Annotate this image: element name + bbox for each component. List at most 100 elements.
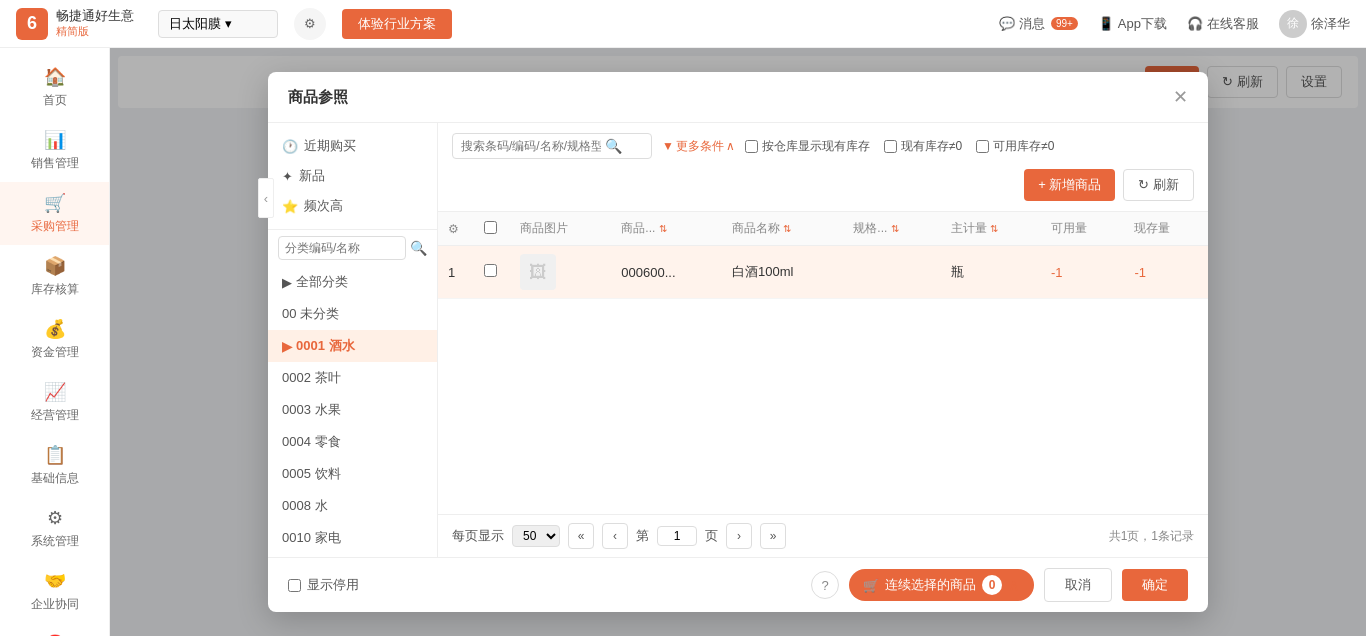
add-product-button[interactable]: + 新增商品 (1024, 169, 1115, 201)
arrow-right-active-icon: ▶ (282, 339, 292, 354)
checkbox-warehouse[interactable] (745, 140, 758, 153)
shortcut-frequent[interactable]: ⭐ 频次高 (268, 191, 437, 221)
sidebar-item-operations[interactable]: 📈 经营管理 (0, 371, 109, 434)
refresh-button[interactable]: ↻ 刷新 (1123, 169, 1194, 201)
category-alcohol[interactable]: ▶ 0001 酒水 (268, 330, 437, 362)
col-image: 商品图片 (510, 212, 611, 246)
shortcut-recent[interactable]: 🕐 近期购买 (268, 131, 437, 161)
purchase-icon: 🛒 (44, 192, 66, 214)
store-selector[interactable]: 日太阳膜 ▾ (158, 10, 278, 38)
logo: 6 畅捷通好生意 精简版 (16, 8, 134, 40)
sidebar-item-guide[interactable]: 🎯 新手引导 (0, 623, 109, 636)
sidebar-label-purchase: 采购管理 (31, 218, 79, 235)
table-settings-icon[interactable]: ⚙ (448, 222, 459, 236)
show-disabled-label[interactable]: 显示停用 (288, 576, 359, 594)
per-page-select[interactable]: 50 (512, 525, 560, 547)
col-spec[interactable]: 规格... ⇅ (843, 212, 940, 246)
select-all-checkbox[interactable] (484, 221, 497, 234)
confirm-button[interactable]: 确定 (1122, 569, 1188, 601)
filter-bar: 🔍 ▼ 更多条件 ∧ 按仓库显示现有库存 (438, 123, 1208, 212)
sidebar-item-finance[interactable]: 💰 资金管理 (0, 308, 109, 371)
sales-icon: 📊 (44, 129, 66, 151)
category-snacks[interactable]: 0004 零食 (268, 426, 437, 458)
modal-header: 商品参照 ✕ (268, 72, 1208, 123)
base-icon: 📋 (44, 444, 66, 466)
category-unclassified[interactable]: 00 未分类 (268, 298, 437, 330)
filter-icon: ▼ (662, 139, 674, 153)
user-menu[interactable]: 徐 徐泽华 (1279, 10, 1350, 38)
sidebar-label-home: 首页 (43, 92, 67, 109)
cart-collapse-icon[interactable]: ∧ (1008, 576, 1020, 595)
category-search-input[interactable] (278, 236, 406, 260)
col-unit[interactable]: 主计量 ⇅ (941, 212, 1041, 246)
shortcut-new[interactable]: ✦ 新品 (268, 161, 437, 191)
checkbox-warehouse-label[interactable]: 按仓库显示现有库存 (745, 138, 870, 155)
category-search-icon[interactable]: 🔍 (410, 240, 427, 256)
sidebar-item-system[interactable]: ⚙ 系统管理 (0, 497, 109, 560)
row-checkbox[interactable] (484, 264, 497, 277)
sidebar: 🏠 首页 📊 销售管理 🛒 采购管理 📦 库存核算 💰 资金管理 📈 经营管理 … (0, 48, 110, 636)
sidebar-item-sales[interactable]: 📊 销售管理 (0, 119, 109, 182)
next-page-button[interactable]: › (726, 523, 752, 549)
product-search-input[interactable] (461, 139, 601, 153)
sidebar-label-system: 系统管理 (31, 533, 79, 550)
checkbox-available-label[interactable]: 可用库存≠0 (976, 138, 1054, 155)
sidebar-item-inventory[interactable]: 📦 库存核算 (0, 245, 109, 308)
prev-page-button[interactable]: ‹ (602, 523, 628, 549)
product-reference-modal: 商品参照 ✕ 🕐 近期购买 ✦ 新 (268, 72, 1208, 612)
last-page-button[interactable]: » (760, 523, 786, 549)
table-row[interactable]: 1 🖼 000600... 白酒100ml (438, 246, 1208, 299)
show-disabled-checkbox[interactable] (288, 579, 301, 592)
online-service-button[interactable]: 🎧 在线客服 (1187, 15, 1259, 33)
modal-right-panel: 🔍 ▼ 更多条件 ∧ 按仓库显示现有库存 (438, 123, 1208, 557)
checkbox-available-ne0[interactable] (976, 140, 989, 153)
new-icon: ✦ (282, 169, 293, 184)
sidebar-item-home[interactable]: 🏠 首页 (0, 56, 109, 119)
sidebar-item-enterprise[interactable]: 🤝 企业协同 (0, 560, 109, 623)
app-download-button[interactable]: 📱 App下载 (1098, 15, 1167, 33)
product-table: ⚙ 商品图片 商品... ⇅ 商品名称 ⇅ 规格... ⇅ (438, 212, 1208, 299)
modal-body: 🕐 近期购买 ✦ 新品 ⭐ 频次高 ‹ (268, 123, 1208, 557)
brand-tag: 精简版 (56, 24, 134, 39)
product-table-area: ⚙ 商品图片 商品... ⇅ 商品名称 ⇅ 规格... ⇅ (438, 212, 1208, 514)
message-icon: 💬 (999, 16, 1015, 31)
category-appliances[interactable]: 0010 家电 (268, 522, 437, 554)
category-water[interactable]: 0008 水 (268, 490, 437, 522)
col-code[interactable]: 商品... ⇅ (611, 212, 722, 246)
col-checkbox (474, 212, 510, 246)
collapse-sidebar-button[interactable]: ‹ (268, 178, 274, 218)
cancel-button[interactable]: 取消 (1044, 568, 1112, 602)
page-number-input[interactable] (657, 526, 697, 546)
sidebar-label-operations: 经营管理 (31, 407, 79, 424)
product-search-icon[interactable]: 🔍 (605, 138, 622, 154)
sidebar-item-purchase[interactable]: 🛒 采购管理 (0, 182, 109, 245)
category-tea[interactable]: 0002 茶叶 (268, 362, 437, 394)
sidebar-label-finance: 资金管理 (31, 344, 79, 361)
headset-icon: 🎧 (1187, 16, 1203, 31)
col-name[interactable]: 商品名称 ⇅ (722, 212, 843, 246)
checkbox-stock-ne0[interactable] (884, 140, 897, 153)
filter-chevron-icon: ∧ (726, 139, 735, 153)
messages-button[interactable]: 💬 消息 99+ (999, 15, 1078, 33)
first-page-button[interactable]: « (568, 523, 594, 549)
category-beverages[interactable]: 0005 饮料 (268, 458, 437, 490)
star-icon: ⭐ (282, 199, 298, 214)
checkbox-stock-label[interactable]: 现有库存≠0 (884, 138, 962, 155)
help-button[interactable]: ? (811, 571, 839, 599)
filter-action-buttons: + 新增商品 ↻ 刷新 (1024, 169, 1194, 201)
sidebar-item-base[interactable]: 📋 基础信息 (0, 434, 109, 497)
category-fruit[interactable]: 0003 水果 (268, 394, 437, 426)
shortcuts-section: 🕐 近期购买 ✦ 新品 ⭐ 频次高 (268, 131, 437, 230)
cell-image: 🖼 (510, 246, 611, 299)
category-all[interactable]: ▶ 全部分类 (268, 266, 437, 298)
cart-button[interactable]: 🛒 连续选择的商品 0 ∧ (849, 569, 1034, 601)
finance-icon: 💰 (44, 318, 66, 340)
brand-name: 畅捷通好生意 (56, 8, 134, 25)
modal-close-button[interactable]: ✕ (1173, 86, 1188, 108)
settings-icon[interactable]: ⚙ (294, 8, 326, 40)
product-thumbnail: 🖼 (520, 254, 556, 290)
filter-more-button[interactable]: ▼ 更多条件 ∧ (662, 138, 735, 155)
trial-button[interactable]: 体验行业方案 (342, 9, 452, 39)
cell-checkbox[interactable] (474, 246, 510, 299)
sidebar-label-base: 基础信息 (31, 470, 79, 487)
